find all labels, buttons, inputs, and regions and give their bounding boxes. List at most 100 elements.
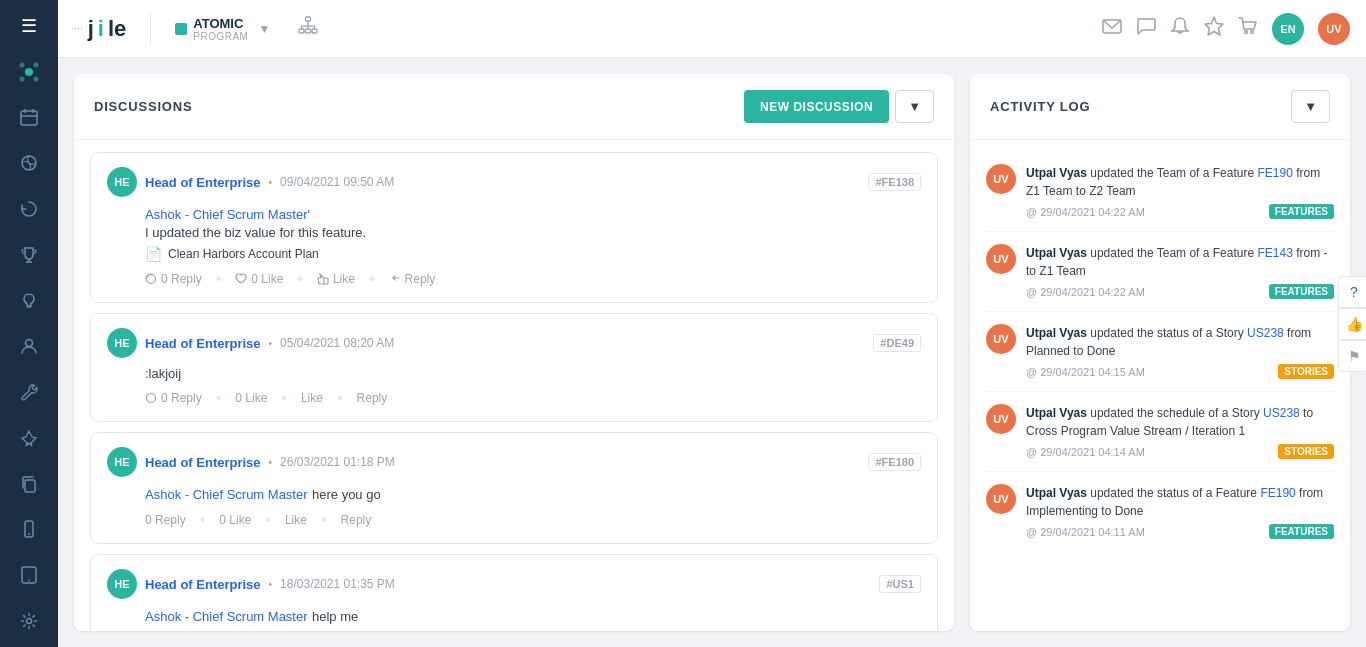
svg-point-18 — [28, 580, 30, 582]
discussion-actions: 0 Reply • 0 Like • Like • Reply — [107, 389, 921, 407]
activity-content: Utpal Vyas updated the Team of a Feature… — [1026, 244, 1334, 299]
activity-item: UV Utpal Vyas updated the schedule of a … — [986, 392, 1334, 472]
activity-ref[interactable]: FE190 — [1257, 166, 1292, 180]
reply-button[interactable]: Reply — [341, 513, 372, 527]
reply-button[interactable]: Reply — [357, 391, 388, 405]
calendar-icon[interactable] — [13, 104, 45, 132]
activity-ref[interactable]: US238 — [1263, 406, 1300, 420]
help-button[interactable]: ? — [1338, 276, 1366, 308]
trophy-icon[interactable] — [13, 241, 45, 269]
chat-icon[interactable] — [1136, 16, 1156, 41]
mention-link[interactable]: Ashok - Chief Scrum Master' — [145, 207, 310, 222]
discussion-content: :lakjoij — [107, 366, 921, 381]
discussion-header: HE Head of Enterprise • 18/03/2021 01:35… — [107, 569, 921, 599]
activity-footer: @ 29/04/2021 04:22 AM FEATURES — [1026, 204, 1334, 219]
activity-ref[interactable]: US238 — [1247, 326, 1284, 340]
activity-content: Utpal Vyas updated the Team of a Feature… — [1026, 164, 1334, 219]
sports-icon[interactable] — [13, 149, 45, 177]
activity-ref[interactable]: FE190 — [1260, 486, 1295, 500]
new-discussion-button[interactable]: NEW DISCUSSION — [744, 90, 889, 123]
org-chart-icon[interactable] — [298, 16, 318, 41]
svg-point-13 — [26, 340, 33, 347]
svg-point-4 — [34, 76, 39, 81]
badge-stories: STORIES — [1278, 364, 1334, 379]
discussions-actions: NEW DISCUSSION ▼ — [744, 90, 934, 123]
svg-rect-22 — [306, 29, 311, 33]
env-badge[interactable]: EN — [1272, 13, 1304, 45]
pin-icon[interactable] — [13, 424, 45, 452]
activity-text: Utpal Vyas updated the Team of a Feature… — [1026, 244, 1334, 280]
discussions-filter-button[interactable]: ▼ — [895, 90, 934, 123]
discussion-header: HE Head of Enterprise • 09/04/2021 09:50… — [107, 167, 921, 197]
discussions-title: DISCUSSIONS — [94, 99, 192, 114]
wrench-icon[interactable] — [13, 378, 45, 406]
bell-icon[interactable] — [1170, 16, 1190, 41]
like-action[interactable]: Like — [301, 391, 323, 405]
discussion-header: HE Head of Enterprise • 05/04/2021 08:20… — [107, 328, 921, 358]
mention-link[interactable]: Ashok - Chief Scrum Master — [145, 487, 308, 502]
uv-avatar: UV — [986, 244, 1016, 274]
activity-list: UV Utpal Vyas updated the Team of a Feat… — [970, 140, 1350, 631]
svg-marker-30 — [1205, 17, 1223, 35]
uv-avatar: UV — [986, 164, 1016, 194]
menu-icon[interactable]: ☰ — [13, 12, 45, 40]
svg-point-31 — [1245, 31, 1248, 34]
bulb-icon[interactable] — [13, 287, 45, 315]
activity-user[interactable]: Utpal Vyas — [1026, 406, 1087, 420]
activity-content: Utpal Vyas updated the status of a Featu… — [1026, 484, 1334, 539]
uv-avatar: UV — [986, 484, 1016, 514]
discussion-item: HE Head of Enterprise • 05/04/2021 08:20… — [90, 313, 938, 422]
program-info: ATOMIC PROGRAM — [193, 16, 248, 42]
user-icon[interactable] — [13, 332, 45, 360]
activity-user[interactable]: Utpal Vyas — [1026, 166, 1087, 180]
activity-user[interactable]: Utpal Vyas — [1026, 326, 1087, 340]
reply-action[interactable]: 0 Reply — [145, 513, 186, 527]
cart-icon[interactable] — [1238, 16, 1258, 41]
badge-features: FEATURES — [1269, 524, 1334, 539]
flag-button[interactable]: ⚑ — [1338, 340, 1366, 372]
activity-footer: @ 29/04/2021 04:11 AM FEATURES — [1026, 524, 1334, 539]
svg-rect-20 — [306, 17, 311, 21]
activity-user[interactable]: Utpal Vyas — [1026, 246, 1087, 260]
loop-icon[interactable] — [13, 195, 45, 223]
svg-point-1 — [20, 62, 25, 67]
svg-rect-5 — [21, 111, 37, 125]
svg-point-34 — [147, 394, 156, 403]
program-label: PROGRAM — [193, 31, 248, 42]
svg-point-0 — [25, 68, 33, 76]
star-icon[interactable] — [1204, 16, 1224, 41]
activity-user[interactable]: Utpal Vyas — [1026, 486, 1087, 500]
reply-action[interactable]: 0 Reply — [145, 391, 202, 405]
author-name[interactable]: Head of Enterprise — [145, 577, 261, 592]
author-name[interactable]: Head of Enterprise — [145, 175, 261, 190]
main-content: DISCUSSIONS NEW DISCUSSION ▼ HE Head of … — [58, 58, 1366, 647]
author-name[interactable]: Head of Enterprise — [145, 336, 261, 351]
user-avatar[interactable]: UV — [1318, 13, 1350, 45]
tablet-icon[interactable] — [13, 561, 45, 589]
author-name[interactable]: Head of Enterprise — [145, 455, 261, 470]
activity-filter-button[interactable]: ▼ — [1291, 90, 1330, 123]
attachment-name[interactable]: Clean Harbors Account Plan — [168, 247, 319, 261]
activity-ref[interactable]: FE143 — [1257, 246, 1292, 260]
logo-le: le — [108, 16, 126, 42]
avatar: HE — [107, 447, 137, 477]
program-chevron-icon[interactable]: ▼ — [258, 22, 270, 36]
floating-actions: ? 👍 ⚑ — [1338, 276, 1366, 372]
reply-button[interactable]: Reply — [389, 272, 436, 286]
mail-icon[interactable] — [1102, 16, 1122, 41]
program-badge[interactable]: ATOMIC PROGRAM ▼ — [175, 16, 270, 42]
activity-content: Utpal Vyas updated the status of a Story… — [1026, 324, 1334, 379]
thumbsup-button[interactable]: 👍 — [1338, 308, 1366, 340]
activity-item: UV Utpal Vyas updated the status of a St… — [986, 312, 1334, 392]
settings-icon[interactable] — [13, 607, 45, 635]
like-action[interactable]: Like — [285, 513, 307, 527]
copy-icon[interactable] — [13, 470, 45, 498]
reply-action[interactable]: 0 Reply — [145, 272, 202, 286]
like-action[interactable]: Like — [317, 272, 355, 286]
discussion-meta: HE Head of Enterprise • 26/03/2021 01:18… — [107, 447, 395, 477]
activity-panel: ACTIVITY LOG ▼ UV Utpal Vyas updated the… — [970, 74, 1350, 631]
phone-icon[interactable] — [13, 516, 45, 544]
like-count: 0 Like — [235, 391, 267, 405]
mention-link[interactable]: Ashok - Chief Scrum Master — [145, 609, 308, 624]
nav-divider — [150, 13, 151, 45]
